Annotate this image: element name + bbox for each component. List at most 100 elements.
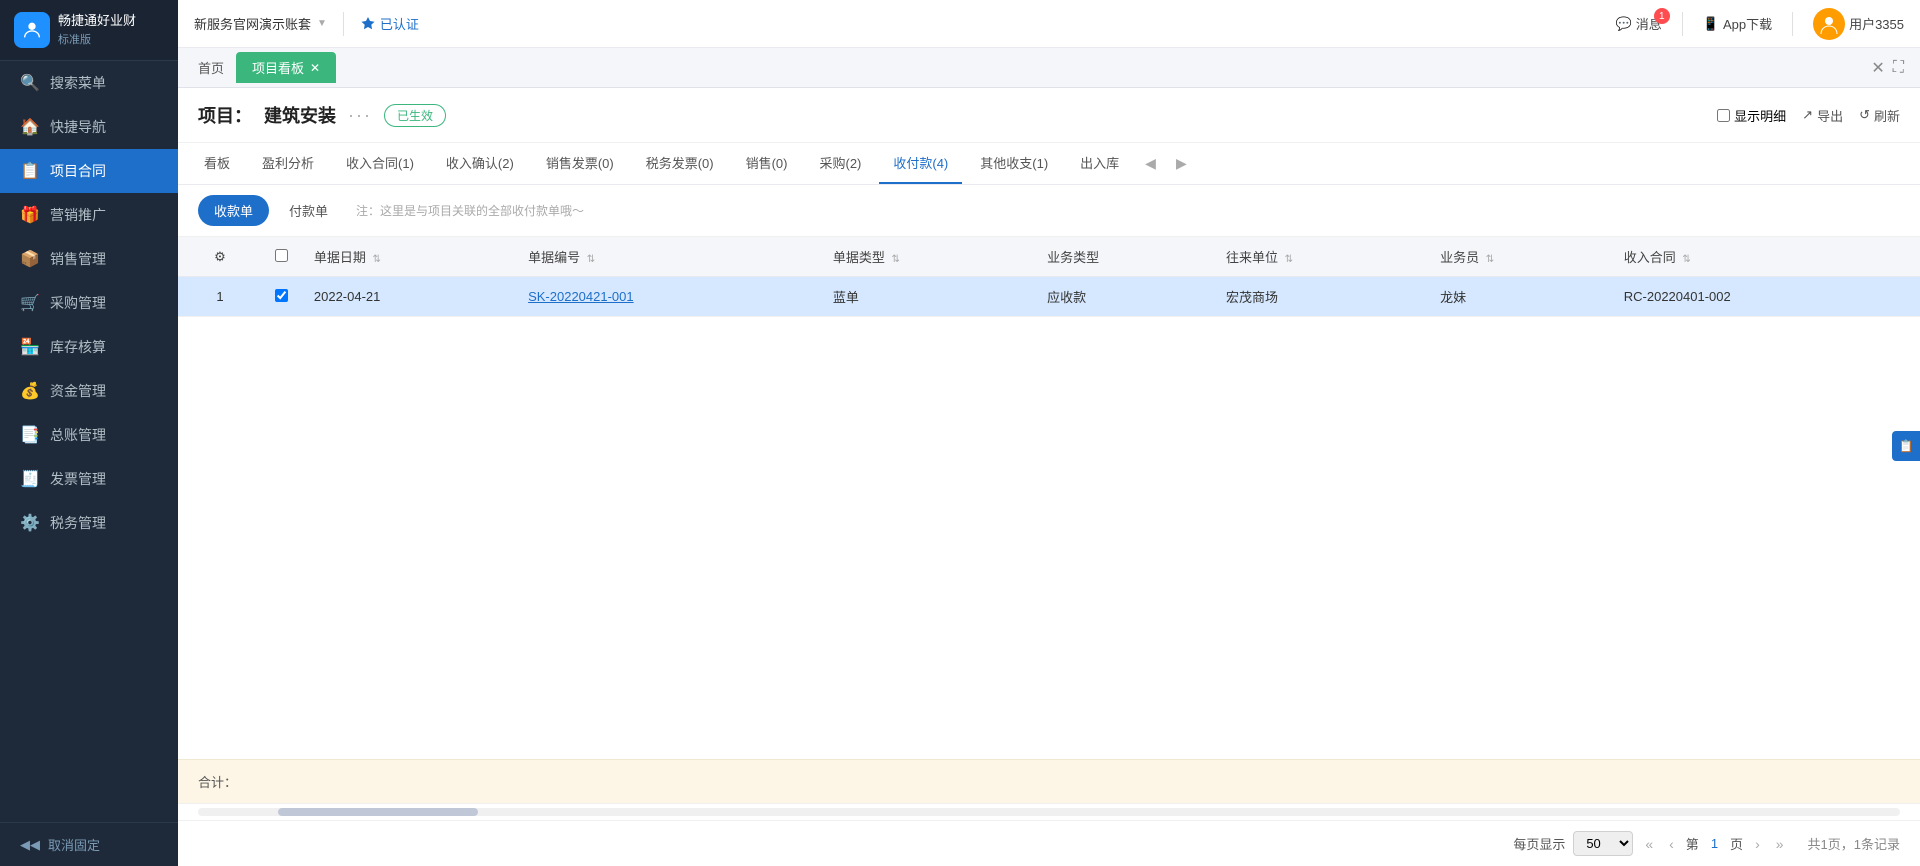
tab-tax-invoice[interactable]: 税务发票(0): [632, 143, 728, 184]
settings-icon[interactable]: ⚙: [214, 249, 226, 264]
per-page-select[interactable]: 50 100 200: [1573, 831, 1633, 856]
tab-profit[interactable]: 盈利分析: [248, 143, 328, 184]
show-detail-checkbox[interactable]: 显示明细: [1717, 106, 1786, 125]
row-select-checkbox[interactable]: [275, 289, 288, 302]
sidebar-item-invoice-mgmt[interactable]: 🧾 发票管理: [0, 457, 178, 501]
message-badge: 1: [1654, 8, 1670, 24]
summary-label: 合计：: [198, 775, 237, 790]
select-all-checkbox[interactable]: [275, 249, 288, 262]
data-table: ⚙ 单据日期 ⇅ 单据编号 ⇅: [178, 237, 1920, 317]
scrollbar-row[interactable]: [178, 803, 1920, 820]
sidebar: 畅捷通好业财 标准版 🔍 搜索菜单 🏠 快捷导航 📋 项目合同 🎁 营销推广 📦…: [0, 0, 178, 866]
tab-sales[interactable]: 销售(0): [732, 143, 802, 184]
row-salesman: 龙妹: [1428, 277, 1612, 317]
float-panel-button[interactable]: 📋: [1892, 431, 1920, 461]
row-income-contract: RC-20220401-002: [1612, 277, 1920, 317]
sidebar-item-label: 销售管理: [50, 249, 106, 269]
tab-board[interactable]: 看板: [190, 143, 244, 184]
col-biz-type: 业务类型: [1035, 237, 1214, 277]
sidebar-item-tax[interactable]: ⚙️ 税务管理: [0, 501, 178, 545]
tab-inventory[interactable]: 出入库: [1066, 143, 1133, 184]
col-income-contract[interactable]: 收入合同 ⇅: [1612, 237, 1920, 277]
sidebar-unpin-button[interactable]: ◀◀ 取消固定: [0, 822, 178, 866]
app-title: 畅捷通好业财: [58, 13, 136, 30]
col-date[interactable]: 单据日期 ⇅: [302, 237, 516, 277]
sidebar-item-purchase[interactable]: 🛒 采购管理: [0, 281, 178, 325]
user-button[interactable]: 用户3355: [1813, 8, 1904, 40]
home-icon: 🏠: [20, 117, 40, 137]
content-area: 项目： 建筑安装 ··· 已生效 显示明细 ↗ 导出 ↺ 刷新: [178, 88, 1920, 866]
tab-sales-invoice[interactable]: 销售发票(0): [532, 143, 628, 184]
col-type[interactable]: 单据类型 ⇅: [821, 237, 1035, 277]
money-icon: 💰: [20, 381, 40, 401]
page-end-label: 页: [1730, 834, 1743, 853]
maximize-icon[interactable]: ⛶: [1893, 59, 1904, 77]
sidebar-item-sales[interactable]: 📦 销售管理: [0, 237, 178, 281]
project-header: 项目： 建筑安装 ··· 已生效 显示明细 ↗ 导出 ↺ 刷新: [178, 88, 1920, 143]
chevron-down-icon: ▼: [317, 18, 327, 29]
export-button[interactable]: ↗ 导出: [1802, 106, 1843, 125]
gear-icon: ⚙️: [20, 513, 40, 533]
close-icon[interactable]: ✕: [1871, 58, 1884, 78]
sidebar-item-label: 资金管理: [50, 381, 106, 401]
row-checkbox[interactable]: [262, 277, 302, 317]
scrollbar-thumb[interactable]: [278, 808, 478, 816]
table-area: ⚙ 单据日期 ⇅ 单据编号 ⇅: [178, 237, 1920, 759]
col-salesman[interactable]: 业务员 ⇅: [1428, 237, 1612, 277]
first-page-button[interactable]: «: [1641, 834, 1657, 854]
refresh-icon: ↺: [1859, 107, 1870, 123]
row-partner: 宏茂商场: [1214, 277, 1428, 317]
tab-other-expense[interactable]: 其他收支(1): [966, 143, 1062, 184]
tab-home[interactable]: 首页: [186, 52, 236, 83]
tab-close-icon[interactable]: ✕: [310, 61, 320, 75]
cart-icon: 🛒: [20, 293, 40, 313]
sidebar-item-inventory[interactable]: 🏪 库存核算: [0, 325, 178, 369]
sub-tab-note: 注：这里是与项目关联的全部收付款单哦～: [356, 202, 584, 219]
next-page-button[interactable]: ›: [1751, 834, 1764, 854]
sidebar-item-label: 税务管理: [50, 513, 106, 533]
tab-purchase[interactable]: 采购(2): [805, 143, 875, 184]
tabs-nav: 看板 盈利分析 收入合同(1) 收入确认(2) 销售发票(0) 税务发票(0) …: [178, 143, 1920, 185]
per-page-label: 每页显示: [1513, 834, 1565, 853]
main-area: 新服务官网演示账套 ▼ 已认证 💬 消息 1 📱 App下载: [178, 0, 1920, 866]
account-selector[interactable]: 新服务官网演示账套 ▼: [194, 14, 327, 33]
sub-tab-payment[interactable]: 付款单: [273, 195, 344, 226]
col-partner[interactable]: 往来单位 ⇅: [1214, 237, 1428, 277]
project-more-button[interactable]: ···: [348, 105, 372, 126]
tab-receipt[interactable]: 收付款(4): [879, 143, 962, 184]
tab-income-contract[interactable]: 收入合同(1): [332, 143, 428, 184]
sidebar-item-ledger[interactable]: 📑 总账管理: [0, 413, 178, 457]
pagination: 每页显示 50 100 200 « ‹ 第 1 页 › » 共1页，1条记录: [178, 820, 1920, 866]
sidebar-item-quick-nav[interactable]: 🏠 快捷导航: [0, 105, 178, 149]
sidebar-item-search[interactable]: 🔍 搜索菜单: [0, 61, 178, 105]
tabs-nav-left-arrow[interactable]: ◀: [1137, 151, 1164, 176]
sidebar-item-label: 总账管理: [50, 425, 106, 445]
receipt-icon: 🧾: [20, 469, 40, 489]
col-number[interactable]: 单据编号 ⇅: [516, 237, 821, 277]
messages-button[interactable]: 💬 消息 1: [1616, 14, 1662, 33]
prev-page-button[interactable]: ‹: [1665, 834, 1678, 854]
refresh-button[interactable]: ↺ 刷新: [1859, 106, 1900, 125]
app-edition: 标准版: [58, 31, 136, 47]
sub-tab-receipt[interactable]: 收款单: [198, 195, 269, 226]
sidebar-item-finance[interactable]: 💰 资金管理: [0, 369, 178, 413]
topbar-right: 💬 消息 1 📱 App下载 用户3355: [1616, 8, 1904, 40]
show-detail-input[interactable]: [1717, 109, 1730, 122]
panel-icon: 📋: [1899, 439, 1914, 453]
sidebar-item-project-contract[interactable]: 📋 项目合同: [0, 149, 178, 193]
sidebar-scroll: 🔍 搜索菜单 🏠 快捷导航 📋 项目合同 🎁 营销推广 📦 销售管理 🛒 采购管…: [0, 61, 178, 822]
tabs-nav-right-arrow[interactable]: ▶: [1168, 151, 1195, 176]
col-gear[interactable]: ⚙: [178, 237, 262, 277]
tab-income-confirm[interactable]: 收入确认(2): [432, 143, 528, 184]
app-download-button[interactable]: 📱 App下载: [1703, 14, 1772, 33]
row-number[interactable]: SK-20220421-001: [516, 277, 821, 317]
table-row[interactable]: 1 2022-04-21 SK-20220421-001 蓝单 应收款 宏茂商场…: [178, 277, 1920, 317]
divider: [1682, 12, 1683, 36]
last-page-button[interactable]: »: [1772, 834, 1788, 854]
sidebar-header: 畅捷通好业财 标准版: [0, 0, 178, 61]
certified-badge: 已认证: [360, 14, 419, 33]
tab-project-board[interactable]: 项目看板 ✕: [236, 52, 336, 83]
sort-icon: ⇅: [1682, 254, 1690, 265]
project-header-actions: 显示明细 ↗ 导出 ↺ 刷新: [1717, 106, 1900, 125]
sidebar-item-marketing[interactable]: 🎁 营销推广: [0, 193, 178, 237]
